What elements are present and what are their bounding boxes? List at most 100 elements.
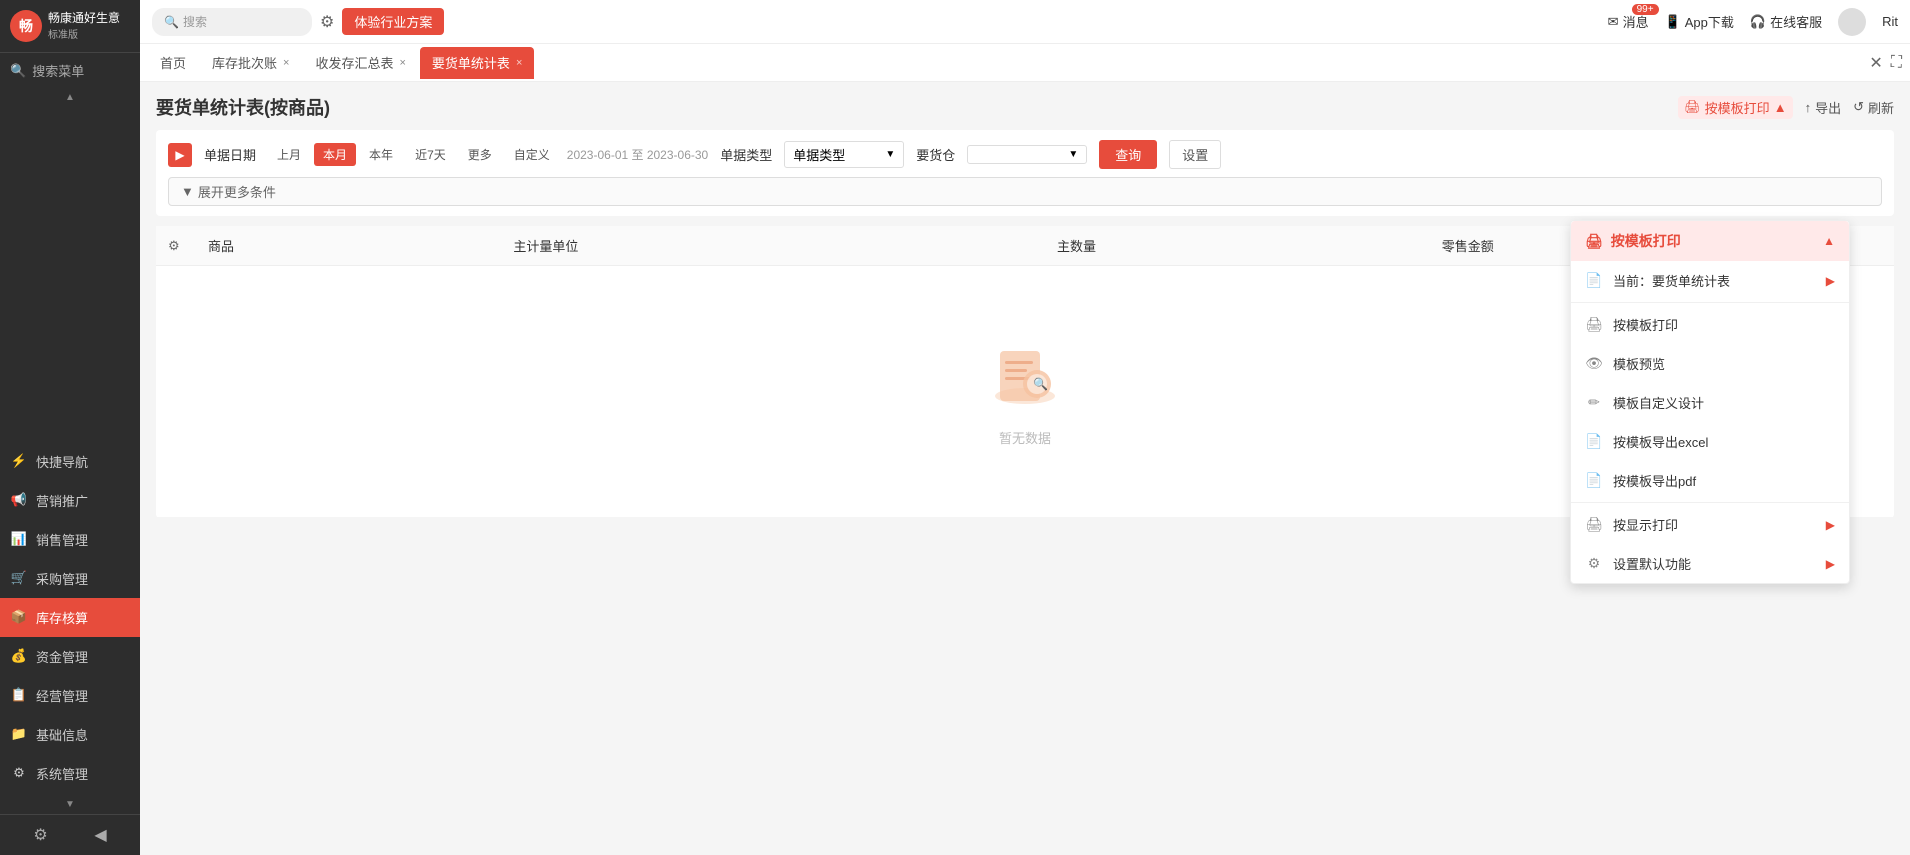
system-icon: ⚙ — [10, 764, 28, 782]
dropdown-item-export-pdf[interactable]: 📄 按模板导出pdf — [1571, 461, 1849, 500]
print-template-btn[interactable]: 🖨 按模板打印 ▲ — [1678, 96, 1792, 119]
settings-button[interactable]: 设置 — [1169, 140, 1221, 169]
sidebar-item-label: 系统管理 — [36, 764, 88, 783]
sidebar-item-label: 销售管理 — [36, 530, 88, 549]
tab-collect-summary[interactable]: 收发存汇总表 × — [303, 47, 417, 79]
sidebar-item-quick-nav[interactable]: ⚡ 快捷导航 — [0, 442, 140, 481]
topbar-right: ✉ 消息 99+ 📱 App下载 🎧 在线客服 Rit — [1608, 8, 1898, 36]
app-label: App下载 — [1685, 12, 1734, 31]
dropdown-current-left: 📄 当前：要货单统计表 — [1585, 271, 1730, 290]
filter-row: ▶ 单据日期 上月 本月 本年 近7天 更多 自定义 2023-06-01 至 … — [168, 140, 1882, 169]
window-maximize-btn[interactable]: ⛶ — [1891, 54, 1902, 72]
sidebar-item-system[interactable]: ⚙ 系统管理 — [0, 754, 140, 793]
trial-button[interactable]: 体验行业方案 — [342, 8, 444, 35]
template-preview-label: 模板预览 — [1613, 354, 1665, 373]
refresh-icon: ↺ — [1853, 99, 1864, 115]
sidebar-item-basic[interactable]: 📁 基础信息 — [0, 715, 140, 754]
display-print-arrow: ▶ — [1826, 518, 1835, 532]
default-func-label: 设置默认功能 — [1613, 554, 1691, 573]
template-preview-icon: 👁 — [1585, 355, 1603, 372]
sidebar-item-finance[interactable]: 💰 资金管理 — [0, 637, 140, 676]
filter-toggle-btn[interactable]: ▶ — [168, 143, 192, 167]
tab-collect-close[interactable]: × — [399, 57, 405, 69]
tab-batch-account[interactable]: 库存批次账 × — [200, 47, 301, 79]
tab-home[interactable]: 首页 — [148, 47, 198, 79]
date-btn-this-month[interactable]: 本月 — [314, 143, 356, 166]
print-icon: 🖨 — [1684, 99, 1701, 115]
date-btn-custom[interactable]: 自定义 — [505, 143, 559, 166]
type-filter-select[interactable]: 单据类型 ▼ — [784, 141, 904, 168]
date-btn-more[interactable]: 更多 — [459, 143, 501, 166]
tab-order-close[interactable]: × — [516, 57, 522, 69]
sidebar-item-purchase[interactable]: 🛒 采购管理 — [0, 559, 140, 598]
dropdown-current-item[interactable]: 📄 当前：要货单统计表 ▶ — [1571, 261, 1849, 300]
refresh-label: 刷新 — [1868, 98, 1894, 117]
print-dropdown: 🖨 按模板打印 ▲ 📄 当前：要货单统计表 ▶ 🖨 按模板打印 👁 模板预览 — [1570, 220, 1850, 584]
topbar-message[interactable]: ✉ 消息 99+ — [1608, 12, 1649, 31]
expand-filters-btn[interactable]: ▼ 展开更多条件 — [168, 177, 1882, 206]
topbar-username[interactable]: Rit — [1882, 14, 1898, 29]
refresh-btn[interactable]: ↺ 刷新 — [1853, 98, 1894, 117]
date-btn-7days[interactable]: 近7天 — [406, 143, 455, 166]
goods-select-arrow: ▼ — [1068, 149, 1078, 160]
goods-filter-select[interactable]: ▼ — [967, 145, 1087, 164]
sidebar-item-marketing[interactable]: 📢 营销推广 — [0, 481, 140, 520]
dropdown-display-print[interactable]: 🖨 按显示打印 ▶ — [1571, 505, 1849, 544]
export-btn[interactable]: ↑ 导出 — [1805, 98, 1842, 117]
date-btn-this-year[interactable]: 本年 — [360, 143, 402, 166]
default-func-left: ⚙ 设置默认功能 — [1585, 554, 1691, 573]
col-goods: 商品 — [196, 226, 501, 266]
sidebar-item-inventory[interactable]: 📦 库存核算 — [0, 598, 140, 637]
message-badge: 99+ — [1632, 4, 1659, 15]
topbar: 🔍 搜索 ⚙ 体验行业方案 ✉ 消息 99+ 📱 App下载 🎧 在线客服 Ri… — [140, 0, 1910, 44]
sidebar-search[interactable]: 🔍 搜索菜单 — [0, 53, 140, 88]
topbar-gear-icon[interactable]: ⚙ — [320, 12, 334, 32]
current-template-label: 当前：要货单统计表 — [1613, 271, 1730, 290]
dropdown-print-icon: 🖨 — [1585, 233, 1603, 250]
dropdown-item-template-design[interactable]: ✏ 模板自定义设计 — [1571, 383, 1849, 422]
app-name: 畅康通好生意 — [48, 11, 120, 27]
filter-toggle-icon: ▶ — [175, 148, 184, 162]
dropdown-default-func[interactable]: ⚙ 设置默认功能 ▶ — [1571, 544, 1849, 583]
dropdown-header[interactable]: 🖨 按模板打印 ▲ — [1571, 221, 1849, 261]
message-icon: ✉ — [1608, 14, 1619, 30]
tabs-bar: 首页 库存批次账 × 收发存汇总表 × 要货单统计表 × ✕ ⛶ — [140, 44, 1910, 82]
tab-order-stats[interactable]: 要货单统计表 × — [420, 47, 534, 79]
table-settings-col: ⚙ — [156, 226, 196, 266]
sidebar-item-sales[interactable]: 📊 销售管理 — [0, 520, 140, 559]
sidebar-item-operation[interactable]: 📋 经营管理 — [0, 676, 140, 715]
tab-order-label: 要货单统计表 — [432, 53, 510, 72]
tab-batch-label: 库存批次账 — [212, 53, 277, 72]
display-print-left: 🖨 按显示打印 — [1585, 515, 1678, 534]
sidebar-collapse-btn[interactable]: ◀ — [94, 825, 106, 845]
sidebar-scroll-down[interactable]: ▼ — [0, 795, 140, 814]
template-design-label: 模板自定义设计 — [1613, 393, 1704, 412]
date-btn-last-month[interactable]: 上月 — [268, 143, 310, 166]
sidebar-scroll-up[interactable]: ▲ — [0, 88, 140, 107]
date-range-display: 2023-06-01 至 2023-06-30 — [567, 146, 708, 163]
divider-1 — [1571, 302, 1849, 303]
type-filter-label: 单据类型 — [720, 145, 772, 164]
dropdown-item-template-print[interactable]: 🖨 按模板打印 — [1571, 305, 1849, 344]
tab-home-label: 首页 — [160, 53, 186, 72]
table-settings-icon[interactable]: ⚙ — [168, 238, 180, 253]
search-icon: 🔍 — [10, 63, 26, 79]
topbar-service[interactable]: 🎧 在线客服 — [1750, 12, 1822, 31]
export-excel-label: 按模板导出excel — [1613, 432, 1708, 451]
sidebar-search-label: 搜索菜单 — [32, 61, 84, 80]
marketing-icon: 📢 — [10, 491, 28, 509]
sidebar-settings-btn[interactable]: ⚙ — [33, 825, 47, 845]
topbar-search-box[interactable]: 🔍 搜索 — [152, 8, 312, 36]
type-select-arrow: ▼ — [885, 149, 895, 160]
sidebar-footer: ⚙ ◀ — [0, 814, 140, 855]
topbar-avatar[interactable] — [1838, 8, 1866, 36]
topbar-app-download[interactable]: 📱 App下载 — [1665, 12, 1734, 31]
col-quantity: 主数量 — [1045, 226, 1430, 266]
dropdown-item-export-excel[interactable]: 📄 按模板导出excel — [1571, 422, 1849, 461]
window-close-btn[interactable]: ✕ — [1869, 53, 1882, 73]
query-button[interactable]: 查询 — [1099, 140, 1157, 169]
sidebar: 畅 畅康通好生意 标准版 🔍 搜索菜单 ▲ ⚡ 快捷导航 📢 营销推广 📊 销售… — [0, 0, 140, 855]
dropdown-item-template-preview[interactable]: 👁 模板预览 — [1571, 344, 1849, 383]
service-icon: 🎧 — [1750, 14, 1766, 30]
tab-batch-close[interactable]: × — [283, 57, 289, 69]
